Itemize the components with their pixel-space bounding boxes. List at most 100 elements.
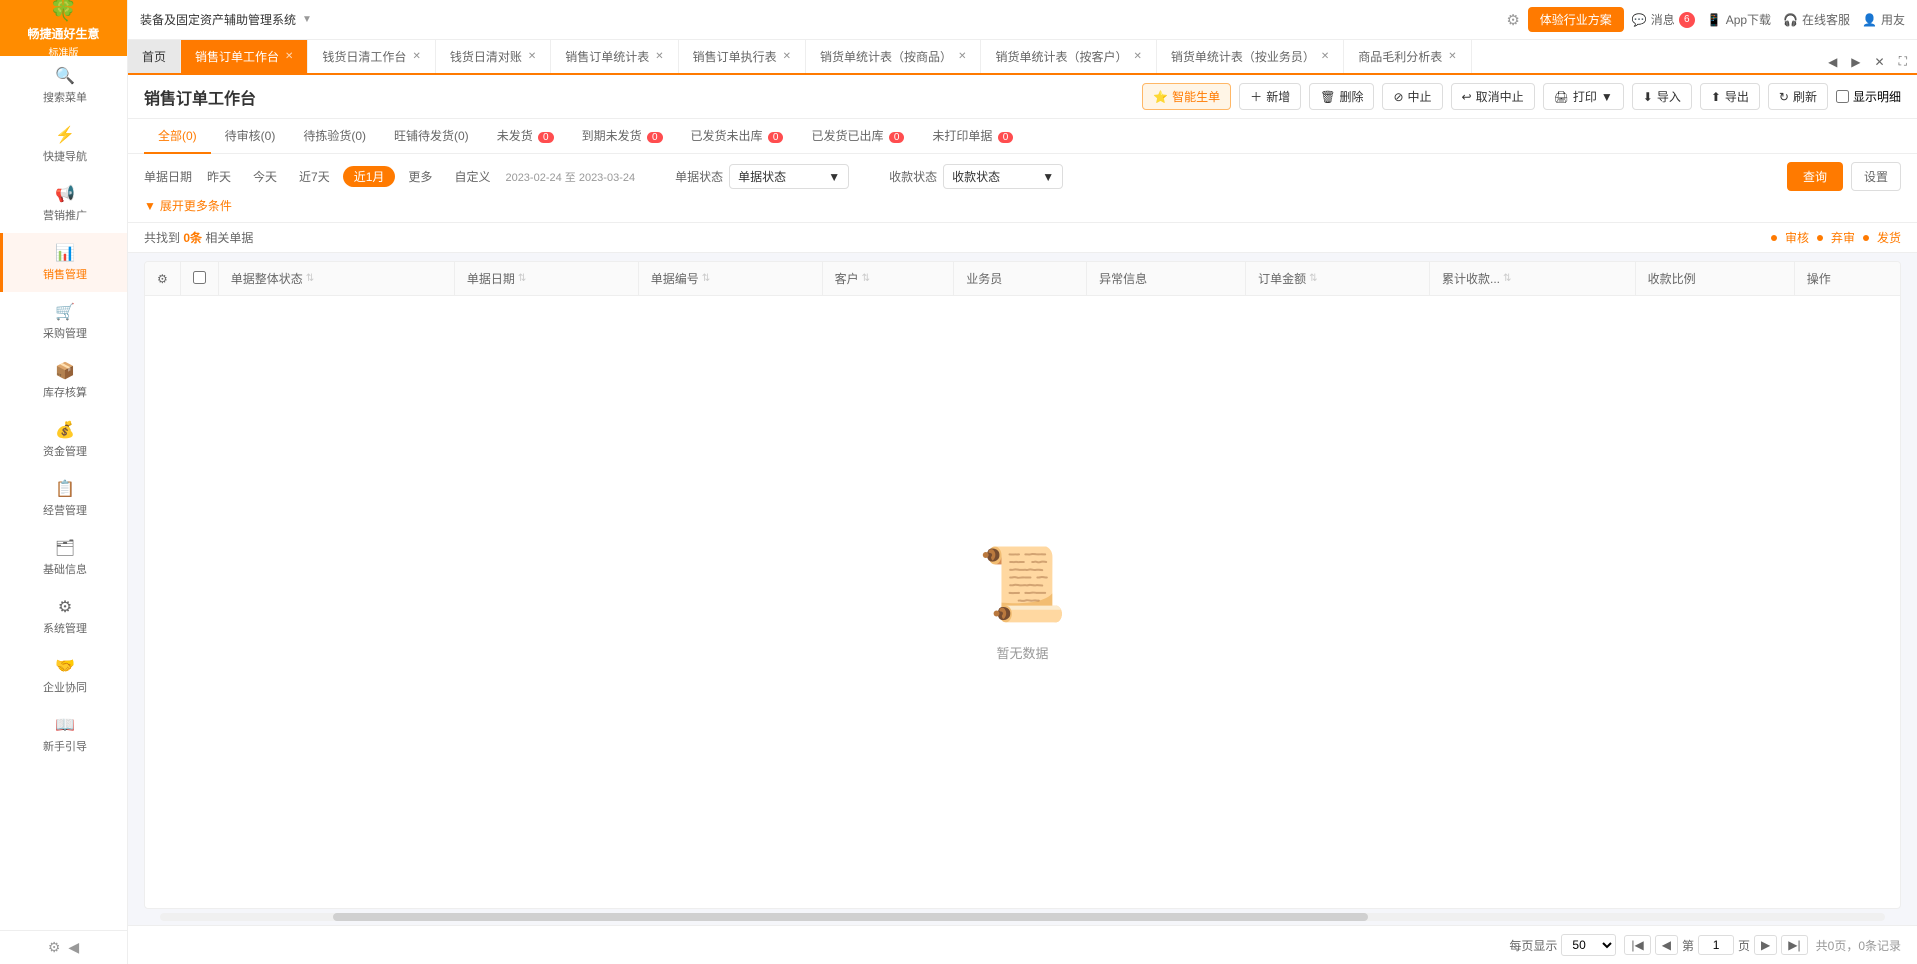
date-btn-1month[interactable]: 近1月 (343, 166, 396, 187)
received-sort[interactable]: 累计收款... ⇅ (1442, 270, 1623, 287)
sidebar-item-system[interactable]: ⚙ 系统管理 (0, 587, 127, 646)
sidebar-item-operations[interactable]: 📋 经营管理 (0, 469, 127, 528)
export-btn[interactable]: ⬆ 导出 (1700, 83, 1760, 110)
sub-tab-shipped-out[interactable]: 已发货已出库 0 (797, 119, 918, 154)
stop-btn[interactable]: ⊘ 中止 (1382, 83, 1442, 110)
online-service-btn[interactable]: 🎧 在线客服 (1783, 11, 1850, 28)
number-sort[interactable]: 单据编号 ⇅ (651, 270, 810, 287)
tab-close-icon[interactable]: ✕ (528, 51, 536, 62)
tab-sales-stats-staff[interactable]: 销货单统计表（按业务员） ✕ (1157, 40, 1344, 73)
tab-sales-stats[interactable]: 销售订单统计表 ✕ (551, 40, 678, 73)
sidebar-item-finance[interactable]: 💰 资金管理 (0, 410, 127, 469)
service-icon: 🎧 (1783, 13, 1798, 27)
tab-close-icon[interactable]: ✕ (1321, 51, 1329, 62)
customer-sort[interactable]: 客户 ⇅ (835, 270, 942, 287)
tab-close-icon[interactable]: ✕ (655, 51, 663, 62)
tab-sales-stats-customer[interactable]: 销货单统计表（按客户） ✕ (981, 40, 1156, 73)
date-btn-today[interactable]: 今天 (244, 165, 286, 188)
date-btn-more[interactable]: 更多 (399, 165, 441, 188)
date-btn-custom[interactable]: 自定义 (445, 165, 499, 188)
tab-sales-order-workbench[interactable]: 销售订单工作台 ✕ (181, 40, 308, 73)
tab-close-icon[interactable]: ✕ (1133, 51, 1141, 62)
sidebar-item-enterprise[interactable]: 🤝 企业协同 (0, 646, 127, 705)
sidebar-settings-btn[interactable]: ⚙ (48, 939, 61, 956)
sidebar-item-search[interactable]: 🔍 搜索菜单 (0, 56, 127, 115)
tab-close-icon[interactable]: ✕ (783, 51, 791, 62)
tab-home[interactable]: 首页 (128, 40, 181, 73)
empty-icon: 📜 (978, 542, 1068, 627)
show-detail-checkbox[interactable]: 显示明细 (1836, 88, 1901, 105)
sub-tab-pending-review[interactable]: 待审核(0) (211, 119, 290, 154)
import-btn[interactable]: ⬇ 导入 (1632, 83, 1692, 110)
expand-filter-label: 展开更多条件 (160, 197, 232, 214)
sub-tab-shipped-not-out[interactable]: 已发货未出库 0 (677, 119, 798, 154)
payment-select[interactable]: 收款状态 ▼ (943, 164, 1063, 189)
status-filter: 单据状态 单据状态 ▼ (675, 164, 849, 189)
message-btn[interactable]: 💬 消息 6 (1632, 11, 1695, 28)
tab-close-icon[interactable]: ✕ (1448, 51, 1456, 62)
status-sort[interactable]: 单据整体状态 ⇅ (231, 270, 442, 287)
col-customer: 客户 ⇅ (822, 262, 954, 296)
sidebar-collapse-btn[interactable]: ◀ (68, 939, 79, 956)
sub-tab-pending-inspect[interactable]: 待拣验货(0) (289, 119, 380, 154)
sidebar-item-base-info[interactable]: 🗂 基础信息 (0, 528, 127, 587)
sidebar-item-marketing[interactable]: 📢 营销推广 (0, 174, 127, 233)
hscroll-thumb[interactable] (333, 913, 1368, 921)
prev-page-btn[interactable]: ◀ (1655, 935, 1678, 955)
tab-close-icon[interactable]: ✕ (958, 51, 966, 62)
tab-gross-margin[interactable]: 商品毛利分析表 ✕ (1344, 40, 1471, 73)
sub-tab-expired-not-shipped[interactable]: 到期未发货 0 (568, 119, 677, 154)
stop-btn-label: 中止 (1408, 88, 1432, 105)
print-btn[interactable]: 🖨 打印 ▼ (1543, 83, 1624, 110)
trial-btn[interactable]: 体验行业方案 (1528, 7, 1624, 32)
column-settings-icon[interactable]: ⚙ (157, 272, 168, 286)
page-size-select[interactable]: 50 20 100 (1561, 934, 1616, 956)
sub-tab-all[interactable]: 全部(0) (144, 119, 211, 154)
date-sort[interactable]: 单据日期 ⇅ (467, 270, 626, 287)
sidebar-item-purchase[interactable]: 🛒 采购管理 (0, 292, 127, 351)
app-download-btn[interactable]: 📱 App下载 (1707, 11, 1771, 28)
last-page-btn[interactable]: ▶| (1781, 935, 1807, 955)
tab-next-btn[interactable]: ▶ (1845, 51, 1866, 73)
filter-settings-btn[interactable]: 设置 (1851, 162, 1901, 191)
topbar-settings-icon[interactable]: ⚙ (1506, 11, 1519, 29)
select-all-checkbox[interactable] (193, 271, 206, 284)
date-btn-yesterday[interactable]: 昨天 (198, 165, 240, 188)
tab-close-all-btn[interactable]: ✕ (1869, 51, 1891, 73)
date-btn-7days[interactable]: 近7天 (290, 165, 339, 188)
ship-dot (1863, 235, 1869, 241)
user-btn[interactable]: 👤 用友 (1862, 11, 1905, 28)
hscroll-track[interactable] (160, 913, 1885, 921)
expand-filter-btn[interactable]: ▼ 展开更多条件 (144, 197, 1901, 214)
tab-fullscreen-btn[interactable]: ⛶ (1893, 50, 1913, 73)
delete-btn[interactable]: 🗑 删除 (1309, 83, 1374, 110)
show-detail-input[interactable] (1836, 90, 1849, 103)
amount-sort[interactable]: 订单金额 ⇅ (1258, 270, 1417, 287)
query-btn[interactable]: 查询 (1787, 162, 1843, 191)
tab-sales-stats-product[interactable]: 销货单统计表（按商品） ✕ (806, 40, 981, 73)
date-col-label: 单据日期 (467, 270, 515, 287)
sidebar-item-label: 搜索菜单 (43, 89, 87, 105)
sub-tab-not-shipped[interactable]: 未发货 0 (483, 119, 568, 154)
tab-prev-btn[interactable]: ◀ (1822, 51, 1843, 73)
sidebar-item-guide[interactable]: 📖 新手引导 (0, 705, 127, 764)
add-btn[interactable]: ＋ 新增 (1239, 83, 1301, 110)
ai-btn[interactable]: ⭐ 智能生单 (1142, 83, 1231, 110)
sidebar-item-sales[interactable]: 📊 销售管理 (0, 233, 127, 292)
tab-sales-exec[interactable]: 销售订单执行表 ✕ (679, 40, 806, 73)
next-page-btn[interactable]: ▶ (1754, 935, 1777, 955)
tab-cash-reconcile[interactable]: 钱货日清对账 ✕ (436, 40, 551, 73)
sidebar-item-inventory[interactable]: 📦 库存核算 (0, 351, 127, 410)
sidebar-item-quick-nav[interactable]: ⚡ 快捷导航 (0, 115, 127, 174)
combined-toolbar: 共找到 0条 相关单据 审核 弃审 发货 (128, 223, 1917, 253)
cancel-stop-btn[interactable]: ↩ 取消中止 (1451, 83, 1535, 110)
tab-close-icon[interactable]: ✕ (412, 51, 420, 62)
page-input[interactable] (1698, 935, 1734, 955)
sub-tab-wangpu[interactable]: 旺铺待发货(0) (380, 119, 483, 154)
refresh-btn[interactable]: ↻ 刷新 (1768, 83, 1828, 110)
status-select[interactable]: 单据状态 ▼ (729, 164, 849, 189)
first-page-btn[interactable]: |◀ (1624, 935, 1650, 955)
sub-tab-not-printed[interactable]: 未打印单据 0 (918, 119, 1027, 154)
tab-close-icon[interactable]: ✕ (285, 51, 293, 62)
tab-cash-daily[interactable]: 钱货日清工作台 ✕ (308, 40, 435, 73)
